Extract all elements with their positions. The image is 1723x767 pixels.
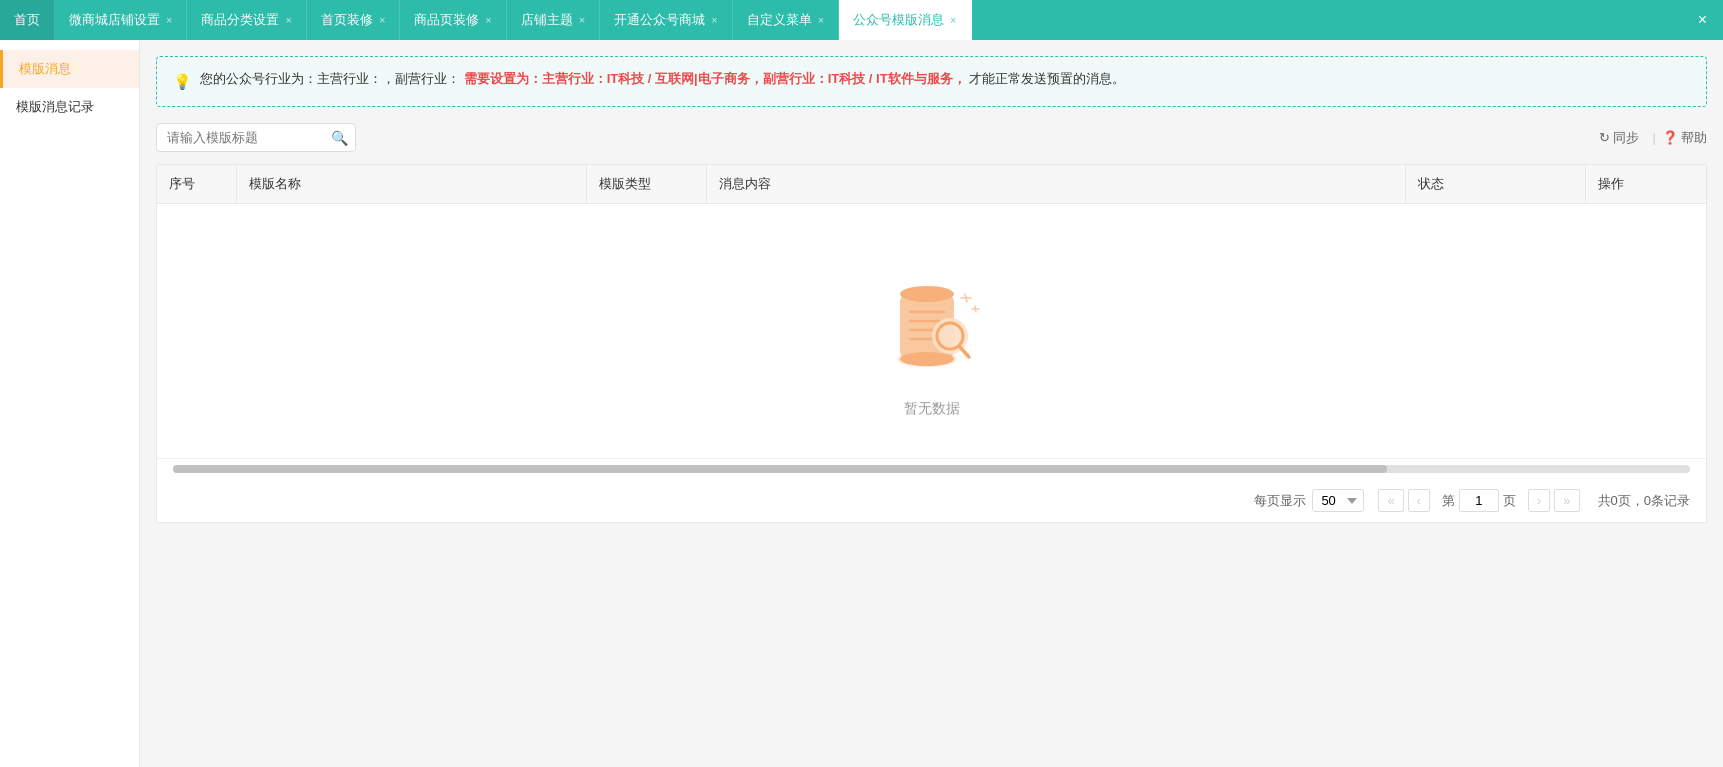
notice-highlight: 需要设置为：主营行业：IT科技 / 互联网|电子商务，副营行业：IT科技 / I… (464, 71, 966, 86)
notice-icon: 💡 (173, 70, 192, 94)
data-table: 序号模版名称模版类型消息内容状态操作 (156, 164, 1707, 523)
main-layout: 模版消息模版消息记录 💡 您的公众号行业为：主营行业：，副营行业： 需要设置为：… (0, 40, 1723, 767)
tab-item-5[interactable]: 店铺主题 × (507, 0, 600, 40)
tab-item-6[interactable]: 开通公众号商城 × (600, 0, 732, 40)
sync-button[interactable]: ↻ 同步 (1599, 129, 1639, 147)
scrollbar-track[interactable] (173, 465, 1690, 473)
search-left: 🔍 (156, 123, 356, 152)
table-header-5: 操作 (1586, 165, 1706, 203)
tab-close-4[interactable]: × (485, 14, 491, 26)
page-size-label: 每页显示 (1254, 492, 1306, 510)
tab-close-2[interactable]: × (285, 14, 291, 26)
last-page-button[interactable]: » (1554, 489, 1579, 512)
divider: | (1653, 130, 1656, 145)
help-icon: ❓ (1662, 130, 1678, 145)
tab-label-8: 公众号模版消息 (853, 11, 944, 29)
pagination: 每页显示 102050100 « ‹ 第 页 › » 共0页，0条记录 (157, 479, 1706, 522)
scrollbar-area (157, 458, 1706, 479)
empty-state: 暂无数据 (157, 204, 1706, 458)
tab-label-1: 微商城店铺设置 (69, 11, 160, 29)
tab-item-3[interactable]: 首页装修 × (307, 0, 400, 40)
page-input-wrap: 第 页 (1438, 489, 1520, 512)
first-page-button[interactable]: « (1378, 489, 1403, 512)
table-header-1: 模版名称 (237, 165, 587, 203)
search-input[interactable] (156, 123, 356, 152)
tab-label-0: 首页 (14, 11, 40, 29)
next-page-button[interactable]: › (1528, 489, 1550, 512)
tab-label-6: 开通公众号商城 (614, 11, 705, 29)
total-info: 共0页，0条记录 (1598, 492, 1690, 510)
sidebar-item-0[interactable]: 模版消息 (0, 50, 139, 88)
tab-close-7[interactable]: × (818, 14, 824, 26)
sidebar-item-1[interactable]: 模版消息记录 (0, 88, 139, 126)
content-area: 💡 您的公众号行业为：主营行业：，副营行业： 需要设置为：主营行业：IT科技 /… (140, 40, 1723, 767)
svg-point-2 (900, 286, 954, 302)
svg-point-3 (900, 352, 954, 366)
page-size-select[interactable]: 102050100 (1312, 489, 1364, 512)
table-header-3: 消息内容 (707, 165, 1406, 203)
svg-line-10 (959, 346, 969, 357)
tab-item-2[interactable]: 商品分类设置 × (187, 0, 306, 40)
search-right: ↻ 同步 | ❓ 帮助 (1599, 129, 1707, 147)
table-header-0: 序号 (157, 165, 237, 203)
tab-label-4: 商品页装修 (414, 11, 479, 29)
sync-icon: ↻ (1599, 130, 1610, 145)
table-header-2: 模版类型 (587, 165, 707, 203)
tab-close-5[interactable]: × (579, 14, 585, 26)
tab-close-1[interactable]: × (166, 14, 172, 26)
help-button[interactable]: ❓ 帮助 (1662, 129, 1707, 147)
tab-label-7: 自定义菜单 (747, 11, 812, 29)
page-label-2: 页 (1503, 492, 1516, 510)
tab-item-8[interactable]: 公众号模版消息 × (839, 0, 971, 40)
page-nav: « ‹ 第 页 › » (1376, 489, 1581, 512)
notice-text: 您的公众号行业为：主营行业：，副营行业： 需要设置为：主营行业：IT科技 / 互… (200, 69, 1125, 90)
tab-close-8[interactable]: × (950, 14, 956, 26)
page-number-input[interactable] (1459, 489, 1499, 512)
prev-page-button[interactable]: ‹ (1408, 489, 1430, 512)
tab-item-7[interactable]: 自定义菜单 × (733, 0, 839, 40)
empty-text: 暂无数据 (904, 400, 960, 418)
global-close-button[interactable]: × (1682, 0, 1723, 40)
table-header: 序号模版名称模版类型消息内容状态操作 (157, 165, 1706, 204)
page-label-1: 第 (1442, 492, 1455, 510)
search-input-wrap: 🔍 (156, 123, 356, 152)
search-button[interactable]: 🔍 (331, 130, 348, 146)
tab-item-4[interactable]: 商品页装修 × (400, 0, 506, 40)
notice-bar: 💡 您的公众号行业为：主营行业：，副营行业： 需要设置为：主营行业：IT科技 /… (156, 56, 1707, 107)
tab-label-5: 店铺主题 (521, 11, 573, 29)
sidebar: 模版消息模版消息记录 (0, 40, 140, 767)
search-bar: 🔍 ↻ 同步 | ❓ 帮助 (156, 123, 1707, 152)
tab-close-6[interactable]: × (711, 14, 717, 26)
tab-close-3[interactable]: × (379, 14, 385, 26)
tab-bar: 首页微商城店铺设置×商品分类设置×首页装修×商品页装修×店铺主题×开通公众号商城… (0, 0, 1723, 40)
tab-label-3: 首页装修 (321, 11, 373, 29)
tab-item-0[interactable]: 首页 (0, 0, 55, 40)
empty-icon (872, 264, 992, 384)
table-header-4: 状态 (1406, 165, 1586, 203)
scrollbar-thumb (173, 465, 1387, 473)
tab-item-1[interactable]: 微商城店铺设置 × (55, 0, 187, 40)
tab-label-2: 商品分类设置 (201, 11, 279, 29)
